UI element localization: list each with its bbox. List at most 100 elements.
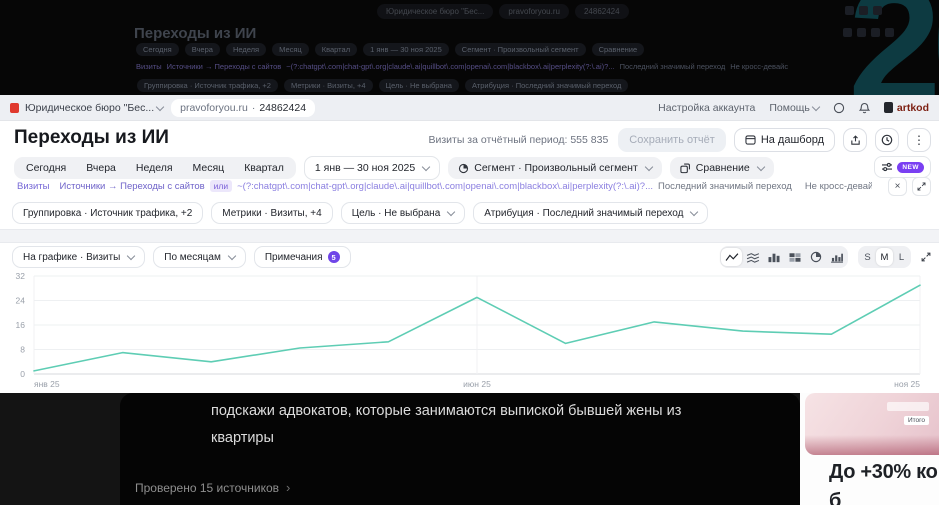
dim-site-chip: pravoforyou.ru — [499, 4, 569, 19]
dim-id-chip: 24862424 — [574, 4, 629, 19]
promo-mini-label: Итого — [903, 416, 929, 425]
promo-card-gradient — [805, 435, 939, 455]
attribution-note: Последний значимый переход — [658, 180, 792, 192]
ai-chat-panel: подскажи адвокатов, которые занимаются в… — [120, 393, 800, 505]
help-menu[interactable]: Помощь — [769, 102, 821, 114]
operator-tag: или — [209, 180, 233, 192]
counter-selector[interactable]: Юридическое бюро "Бес... — [25, 101, 165, 114]
segment-path: Источники → Переходы с сайтов — [59, 180, 205, 192]
save-report-button[interactable]: Сохранить отчёт — [618, 128, 726, 152]
export-button[interactable] — [843, 128, 867, 152]
size-medium-button[interactable]: M — [876, 248, 893, 266]
metrics-button[interactable]: Метрики · Визиты, +4 — [211, 202, 333, 224]
history-button[interactable] — [875, 128, 899, 152]
notifications-button[interactable] — [858, 102, 870, 114]
chevron-down-icon — [811, 102, 821, 111]
svg-text:ноя 25: ноя 25 — [894, 379, 920, 389]
granularity-selector[interactable]: По месяцам — [153, 246, 246, 268]
chart-pie-icon[interactable] — [805, 248, 826, 266]
dim-settings-row: Группировка · Источник трафика, +2 Метри… — [137, 79, 629, 92]
site-chip[interactable]: pravoforyou.ru · 24862424 — [171, 98, 316, 117]
section-divider — [0, 229, 939, 243]
chat-circle-icon — [833, 102, 845, 113]
expand-segment-button[interactable] — [912, 177, 931, 196]
dot-separator: · — [251, 101, 256, 114]
segment-condition-bar[interactable]: Визиты Источники → Переходы с сайтов или… — [12, 180, 872, 192]
tab-yesterday[interactable]: Вчера — [76, 162, 126, 174]
sources-checked-link[interactable]: Проверено 15 источников › — [135, 480, 290, 495]
svg-text:32: 32 — [16, 271, 26, 281]
goal-button[interactable]: Цель · Не выбрана — [340, 202, 466, 224]
visits-summary: Визиты за отчётный период: 555 835 — [428, 134, 609, 146]
sliders-icon — [882, 162, 893, 172]
tab-week[interactable]: Неделя — [126, 162, 183, 174]
promo-headline-line1: До +30% ко — [829, 461, 938, 483]
dimmed-bottom-overlay: подскажи адвокатов, которые занимаются в… — [0, 393, 939, 505]
segment-selector[interactable]: Сегмент · Произвольный сегмент — [448, 157, 662, 179]
promo-mini-chip — [887, 402, 929, 411]
chevron-down-icon — [690, 207, 699, 217]
size-large-button[interactable]: L — [893, 248, 910, 266]
segment-regex: ~(?:chatgpt\.com|chat-gpt\.org|claude\.a… — [237, 180, 653, 192]
chart-stacked-lines-icon[interactable] — [742, 248, 763, 266]
fullscreen-chart-button[interactable] — [921, 252, 931, 262]
dim-page-title: Переходы из ИИ — [134, 25, 257, 42]
dim-header-icons — [843, 28, 894, 37]
segment-pie-icon — [459, 163, 469, 173]
account-bar: Юридическое бюро "Бес... pravoforyou.ru … — [0, 95, 939, 121]
user-name: artkod — [896, 101, 929, 114]
visits-line-chart[interactable]: 0 8 16 24 32 янв 25 июн 25 ноя 25 — [8, 270, 932, 390]
svg-text:24: 24 — [16, 296, 26, 306]
date-range-picker[interactable]: 1 янв — 30 ноя 2025 — [303, 156, 441, 180]
chart-bars-icon[interactable] — [763, 248, 784, 266]
notes-button[interactable]: Примечания 5 — [253, 246, 351, 268]
dim-date-tabs: Сегодня Вчера Неделя Месяц Квартал 1 янв… — [136, 43, 645, 56]
tab-month[interactable]: Месяц — [183, 162, 235, 174]
chart-stacked-area-icon[interactable] — [784, 248, 805, 266]
dim-segment-bar: Визиты Источники → Переходы с сайтов ~(?… — [136, 62, 789, 71]
promo-card-image: Итого — [805, 393, 939, 455]
chevron-down-icon — [644, 162, 654, 172]
size-small-button[interactable]: S — [859, 248, 876, 266]
bell-icon — [858, 102, 870, 113]
expand-icon — [917, 182, 926, 191]
svg-text:8: 8 — [20, 345, 25, 355]
chevron-down-icon — [127, 251, 136, 261]
chart-controls-row: На графике · Визиты По месяцам Примечани… — [12, 246, 351, 268]
to-dashboard-button[interactable]: На дашборд — [733, 128, 835, 152]
chevron-down-icon — [227, 251, 237, 261]
date-filter-row: Сегодня Вчера Неделя Месяц Квартал 1 янв… — [14, 156, 774, 180]
promo-headline-line2: б — [829, 490, 842, 505]
line-chart-svg: 0 8 16 24 32 янв 25 июн 25 ноя 25 — [16, 271, 921, 389]
report-settings-row: Группировка · Источник трафика, +2 Метри… — [12, 202, 709, 224]
kebab-icon: ⋮ — [913, 133, 925, 147]
chart-line-icon[interactable] — [721, 248, 742, 266]
chart-size-group: S M L — [858, 246, 911, 268]
promo-panel: Итого До +30% ко б — [800, 393, 939, 505]
compare-button[interactable]: Сравнение — [669, 157, 774, 179]
date-tab-group: Сегодня Вчера Неделя Месяц Квартал — [14, 157, 296, 179]
header-actions: Визиты за отчётный период: 555 835 Сохра… — [428, 128, 931, 152]
counter-flag-icon — [10, 102, 19, 113]
advanced-settings-button[interactable]: NEW — [874, 156, 931, 178]
tab-quarter[interactable]: Квартал — [234, 162, 294, 174]
expand-icon — [921, 252, 931, 262]
dim-topbar-icons — [845, 6, 882, 15]
attribution-button[interactable]: Атрибуция · Последний значимый переход — [473, 202, 709, 224]
chat-query-line1: подскажи адвокатов, которые занимаются в… — [211, 403, 682, 419]
chevron-down-icon — [421, 162, 431, 172]
grouping-button[interactable]: Группировка · Источник трафика, +2 — [12, 202, 204, 224]
counter-name: Юридическое бюро "Бес... — [25, 101, 155, 114]
account-settings-link[interactable]: Настройка аккаунта — [658, 102, 755, 114]
chat-button[interactable] — [833, 102, 845, 114]
app-screen: 20 Юридическое бюро "Бес... pravoforyou.… — [0, 0, 939, 505]
user-account-button[interactable]: artkod — [883, 101, 929, 114]
compare-icon — [680, 163, 690, 173]
close-icon: × — [894, 181, 901, 192]
clock-icon — [881, 134, 893, 146]
on-chart-selector[interactable]: На графике · Визиты — [12, 246, 146, 268]
tab-today[interactable]: Сегодня — [16, 162, 76, 174]
more-menu-button[interactable]: ⋮ — [907, 128, 931, 152]
clear-segment-button[interactable]: × — [888, 177, 907, 196]
chart-histogram-icon[interactable] — [826, 248, 847, 266]
